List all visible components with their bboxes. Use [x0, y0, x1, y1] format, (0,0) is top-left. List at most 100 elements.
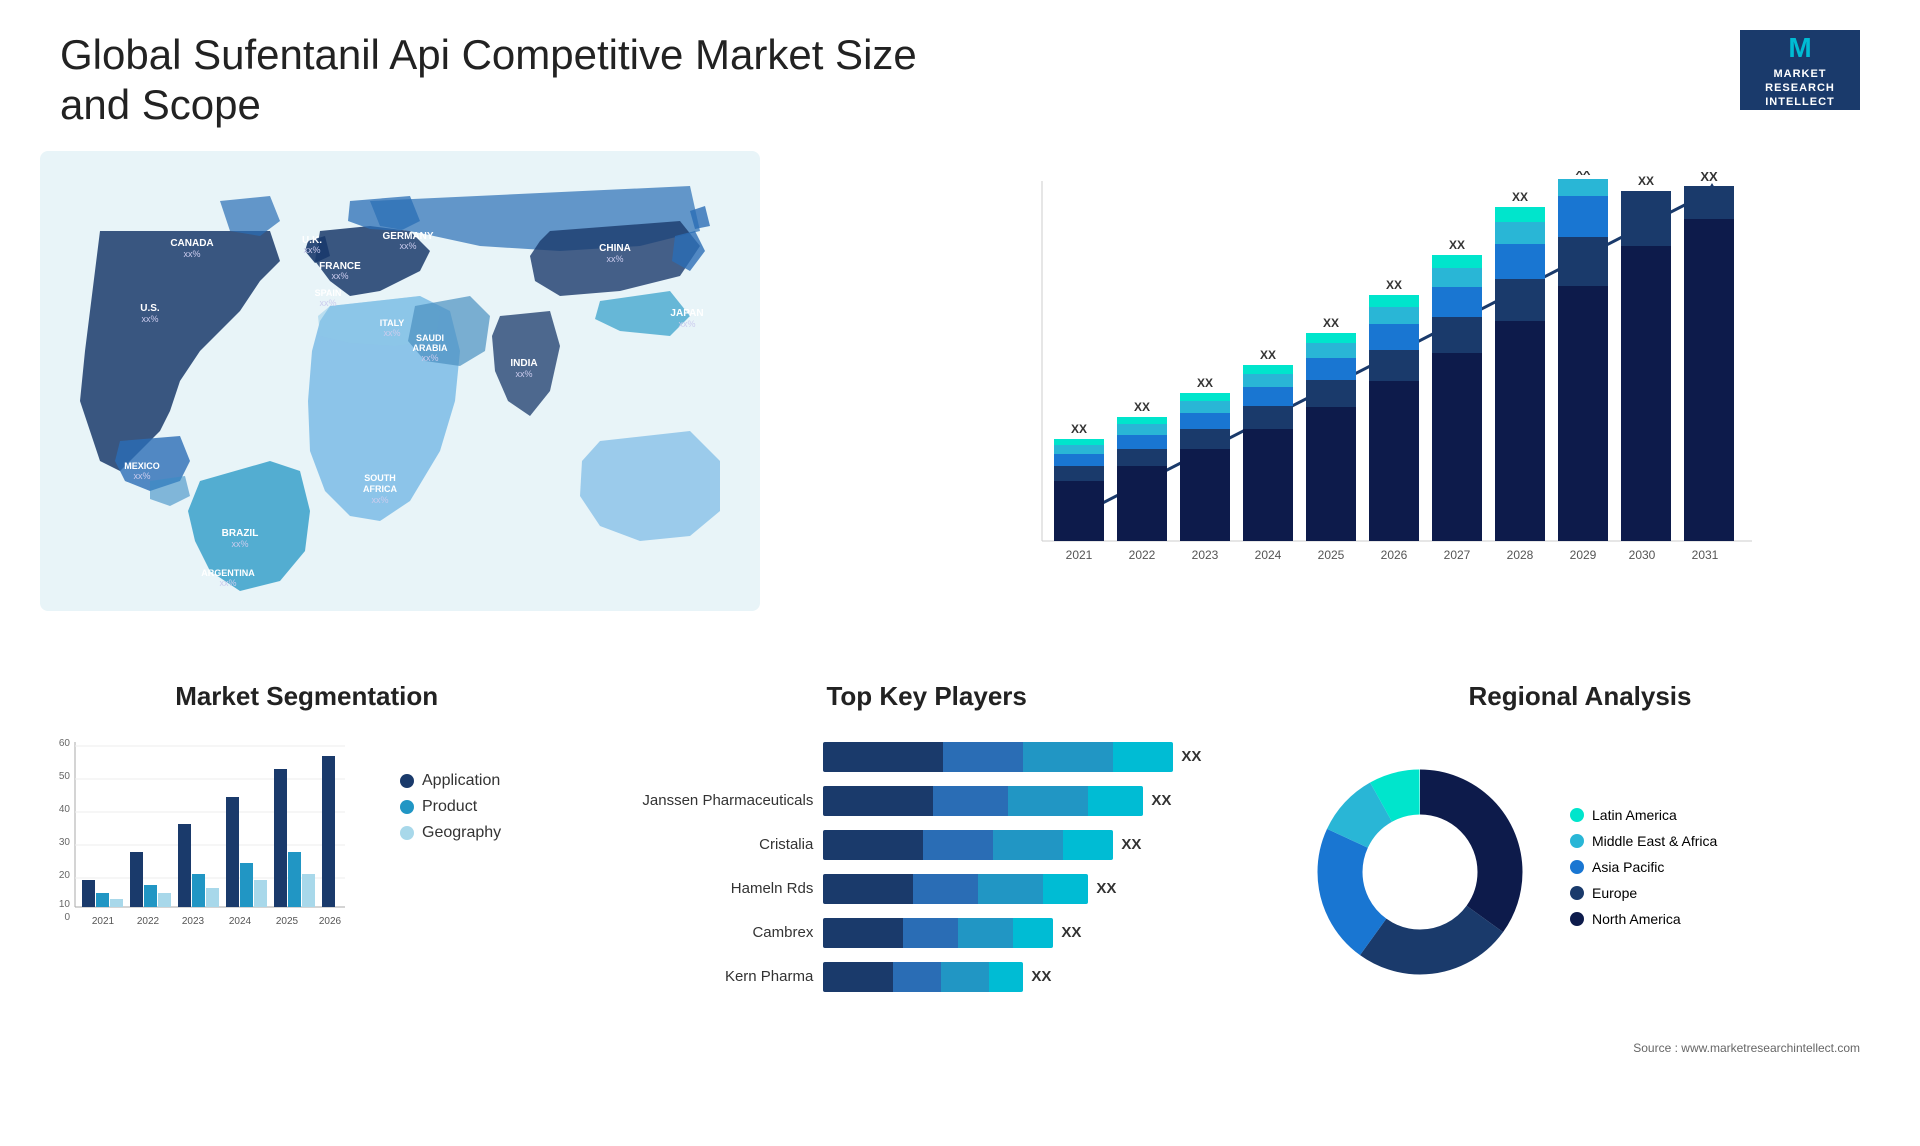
- growth-chart-section: XX XX XX: [992, 151, 1880, 651]
- middle-east-label: Middle East & Africa: [1592, 833, 1717, 849]
- growth-chart: XX XX XX: [1012, 171, 1860, 631]
- svg-text:2023: 2023: [1192, 548, 1219, 562]
- svg-text:2030: 2030: [1629, 548, 1656, 562]
- player-bar-4: [823, 874, 1088, 904]
- legend-asia-pacific: Asia Pacific: [1570, 859, 1717, 875]
- legend-europe: Europe: [1570, 885, 1717, 901]
- svg-text:xx%: xx%: [399, 241, 416, 251]
- source-section: Source : www.marketresearchintellect.com: [0, 1036, 1920, 1065]
- bar-seg-4-1: [823, 874, 913, 904]
- north-america-dot: [1570, 912, 1584, 926]
- legend-geography: Geography: [400, 824, 501, 842]
- player-row-4: Hameln Rds XX: [613, 874, 1240, 904]
- player-bar-container-6: XX: [823, 962, 1240, 992]
- source-text: Source : www.marketresearchintellect.com: [1633, 1041, 1860, 1055]
- svg-text:SAUDI: SAUDI: [416, 333, 444, 343]
- latin-america-dot: [1570, 808, 1584, 822]
- svg-text:XX: XX: [1071, 422, 1087, 436]
- svg-text:XX: XX: [1701, 171, 1719, 184]
- bar-seg-3-3: [993, 830, 1063, 860]
- svg-text:2025: 2025: [276, 916, 299, 927]
- svg-text:2026: 2026: [1381, 548, 1408, 562]
- regional-title: Regional Analysis: [1280, 681, 1880, 712]
- player-xx-3: XX: [1121, 836, 1141, 853]
- svg-text:2025: 2025: [1318, 548, 1345, 562]
- svg-text:0: 0: [64, 912, 70, 923]
- player-bar-1: [823, 742, 1173, 772]
- player-name-5: Cambrex: [613, 924, 813, 941]
- world-map-svg: U.S. xx% CANADA xx% MEXICO xx% BRAZIL xx…: [40, 151, 760, 611]
- svg-text:xx%: xx%: [515, 369, 532, 379]
- bar-seg-2-4: [1088, 786, 1143, 816]
- bar-seg-5-4: [1013, 918, 1053, 948]
- middle-east-dot: [1570, 834, 1584, 848]
- svg-text:2021: 2021: [92, 916, 115, 927]
- latin-america-label: Latin America: [1592, 807, 1677, 823]
- bar-seg-1-3: [1023, 742, 1113, 772]
- svg-text:xx%: xx%: [383, 328, 400, 338]
- svg-text:40: 40: [59, 804, 71, 815]
- bar-seg-1-1: [823, 742, 943, 772]
- bar-seg-4-4: [1043, 874, 1088, 904]
- player-row-2: Janssen Pharmaceuticals XX: [613, 786, 1240, 816]
- svg-text:JAPAN: JAPAN: [670, 308, 703, 319]
- player-name-2: Janssen Pharmaceuticals: [613, 792, 813, 809]
- player-row-6: Kern Pharma XX: [613, 962, 1240, 992]
- svg-text:2026: 2026: [319, 916, 342, 927]
- svg-text:2028: 2028: [1507, 548, 1534, 562]
- svg-text:XX: XX: [1197, 376, 1213, 390]
- player-bar-2: [823, 786, 1143, 816]
- svg-text:XX: XX: [1323, 316, 1339, 330]
- product-label: Product: [422, 798, 477, 816]
- world-map: U.S. xx% CANADA xx% MEXICO xx% BRAZIL xx…: [40, 151, 972, 651]
- bar-seg-2-3: [1008, 786, 1088, 816]
- svg-text:BRAZIL: BRAZIL: [222, 528, 259, 539]
- donut-container: Latin America Middle East & Africa Asia …: [1280, 732, 1880, 1012]
- player-bar-container-5: XX: [823, 918, 1240, 948]
- seg-legend: Application Product Geography: [400, 772, 501, 850]
- segmentation-section: Market Segmentation 60 50 40 30 20 10: [40, 681, 573, 1016]
- svg-text:xx%: xx%: [331, 271, 348, 281]
- logo-line2: RESEARCH: [1765, 81, 1835, 95]
- player-xx-6: XX: [1031, 968, 1051, 985]
- player-bar-5: [823, 918, 1053, 948]
- bar-seg-6-1: [823, 962, 893, 992]
- svg-text:xx%: xx%: [183, 249, 200, 259]
- top-section: U.S. xx% CANADA xx% MEXICO xx% BRAZIL xx…: [0, 151, 1920, 651]
- svg-text:xx%: xx%: [421, 353, 438, 363]
- bar-seg-1-4: [1113, 742, 1173, 772]
- player-xx-5: XX: [1061, 924, 1081, 941]
- segmentation-chart: 60 50 40 30 20 10 0: [40, 732, 350, 957]
- logo: M MARKET RESEARCH INTELLECT: [1740, 30, 1860, 110]
- player-row-1: XX: [613, 742, 1240, 772]
- svg-text:2021: 2021: [1066, 548, 1093, 562]
- players-chart: XX Janssen Pharmaceuticals XX C: [593, 732, 1260, 1016]
- bar-seg-5-2: [903, 918, 958, 948]
- svg-text:xx%: xx%: [219, 578, 236, 588]
- logo-container: M MARKET RESEARCH INTELLECT: [1740, 30, 1860, 110]
- svg-text:U.S.: U.S.: [140, 303, 160, 314]
- europe-dot: [1570, 886, 1584, 900]
- svg-text:2022: 2022: [1129, 548, 1156, 562]
- svg-text:SPAIN: SPAIN: [315, 288, 342, 298]
- svg-text:ARABIA: ARABIA: [413, 343, 448, 353]
- svg-text:2031: 2031: [1692, 548, 1719, 562]
- bar-seg-6-2: [893, 962, 941, 992]
- svg-text:ARGENTINA: ARGENTINA: [201, 568, 255, 578]
- player-bar-container-4: XX: [823, 874, 1240, 904]
- application-dot: [400, 774, 414, 788]
- svg-text:AFRICA: AFRICA: [363, 484, 397, 494]
- svg-text:ITALY: ITALY: [380, 318, 405, 328]
- north-america-label: North America: [1592, 911, 1681, 927]
- application-label: Application: [422, 772, 500, 790]
- svg-text:xx%: xx%: [606, 254, 623, 264]
- bar-seg-5-1: [823, 918, 903, 948]
- player-bar-container-1: XX: [823, 742, 1240, 772]
- svg-text:XX: XX: [1576, 171, 1591, 178]
- svg-text:2027: 2027: [1444, 548, 1471, 562]
- svg-text:xx%: xx%: [231, 539, 248, 549]
- svg-text:XX: XX: [1260, 348, 1276, 362]
- player-xx-4: XX: [1096, 880, 1116, 897]
- svg-text:XX: XX: [1512, 190, 1528, 204]
- svg-text:xx%: xx%: [371, 495, 388, 505]
